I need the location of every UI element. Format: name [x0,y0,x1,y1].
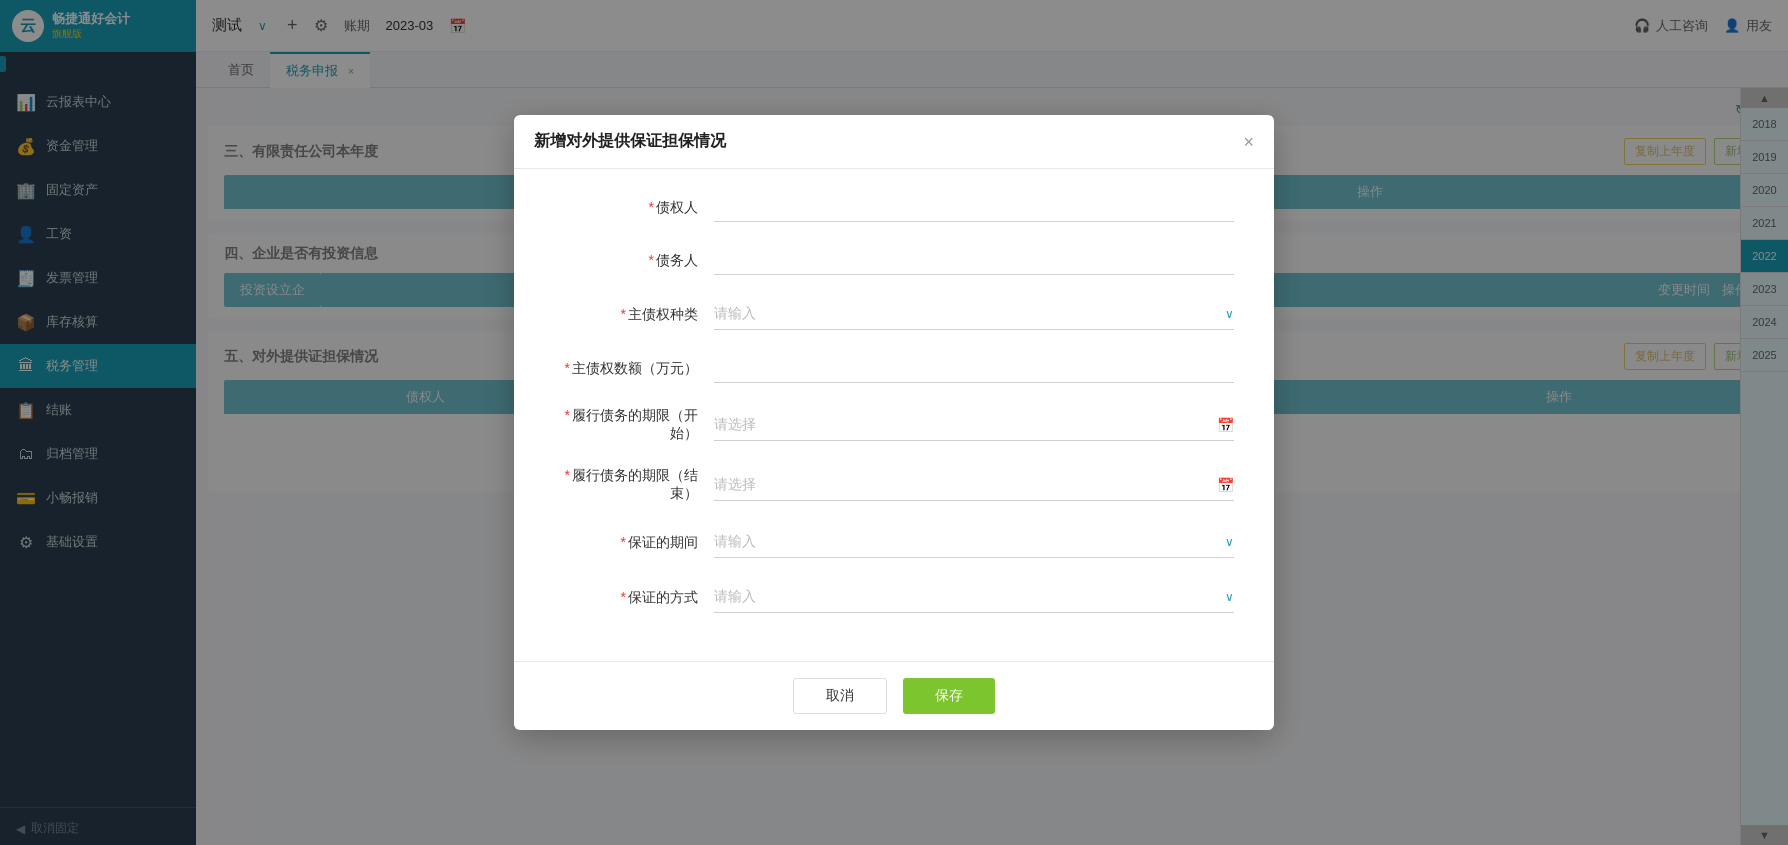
field-period-start: *履行债务的期限（开始） 请选择 📅 [554,407,1234,443]
debtor-input[interactable] [714,246,1234,275]
debt-type-label: *主债权种类 [554,306,714,324]
field-debtor: *债务人 [554,246,1234,275]
debt-amount-input[interactable] [714,354,1234,383]
modal-footer: 取消 保存 [514,661,1274,730]
period-end-date[interactable]: 请选择 📅 [714,470,1234,501]
guarantee-period-select[interactable]: 请输入 ∨ [714,527,1234,558]
period-start-calendar-icon: 📅 [1217,417,1234,433]
debt-amount-label: *主债权数额（万元） [554,360,714,378]
guarantee-method-select[interactable]: 请输入 ∨ [714,582,1234,613]
period-start-label: *履行债务的期限（开始） [554,407,714,443]
guarantee-period-chevron: ∨ [1225,535,1234,549]
guarantee-method-chevron: ∨ [1225,590,1234,604]
period-end-calendar-icon: 📅 [1217,477,1234,493]
modal-header: 新增对外提供保证担保情况 × [514,115,1274,169]
creditor-label: *债权人 [554,199,714,217]
modal-dialog: 新增对外提供保证担保情况 × *债权人 *债务人 *主债权种类 [514,115,1274,730]
field-guarantee-method: *保证的方式 请输入 ∨ [554,582,1234,613]
creditor-input[interactable] [714,193,1234,222]
debt-type-select[interactable]: 请输入 ∨ [714,299,1234,330]
guarantee-method-label: *保证的方式 [554,589,714,607]
guarantee-period-label: *保证的期间 [554,534,714,552]
field-guarantee-period: *保证的期间 请输入 ∨ [554,527,1234,558]
cancel-button[interactable]: 取消 [793,678,887,714]
modal-title: 新增对外提供保证担保情况 [534,131,726,152]
field-debt-type: *主债权种类 请输入 ∨ [554,299,1234,330]
debt-type-chevron: ∨ [1225,307,1234,321]
field-debt-amount: *主债权数额（万元） [554,354,1234,383]
debtor-label: *债务人 [554,252,714,270]
modal-body: *债权人 *债务人 *主债权种类 请输入 ∨ [514,169,1274,661]
field-creditor: *债权人 [554,193,1234,222]
period-start-date[interactable]: 请选择 📅 [714,410,1234,441]
modal-close-button[interactable]: × [1243,133,1254,151]
period-end-label: *履行债务的期限（结束） [554,467,714,503]
save-button[interactable]: 保存 [903,678,995,714]
modal-overlay: 新增对外提供保证担保情况 × *债权人 *债务人 *主债权种类 [0,0,1788,845]
field-period-end: *履行债务的期限（结束） 请选择 📅 [554,467,1234,503]
